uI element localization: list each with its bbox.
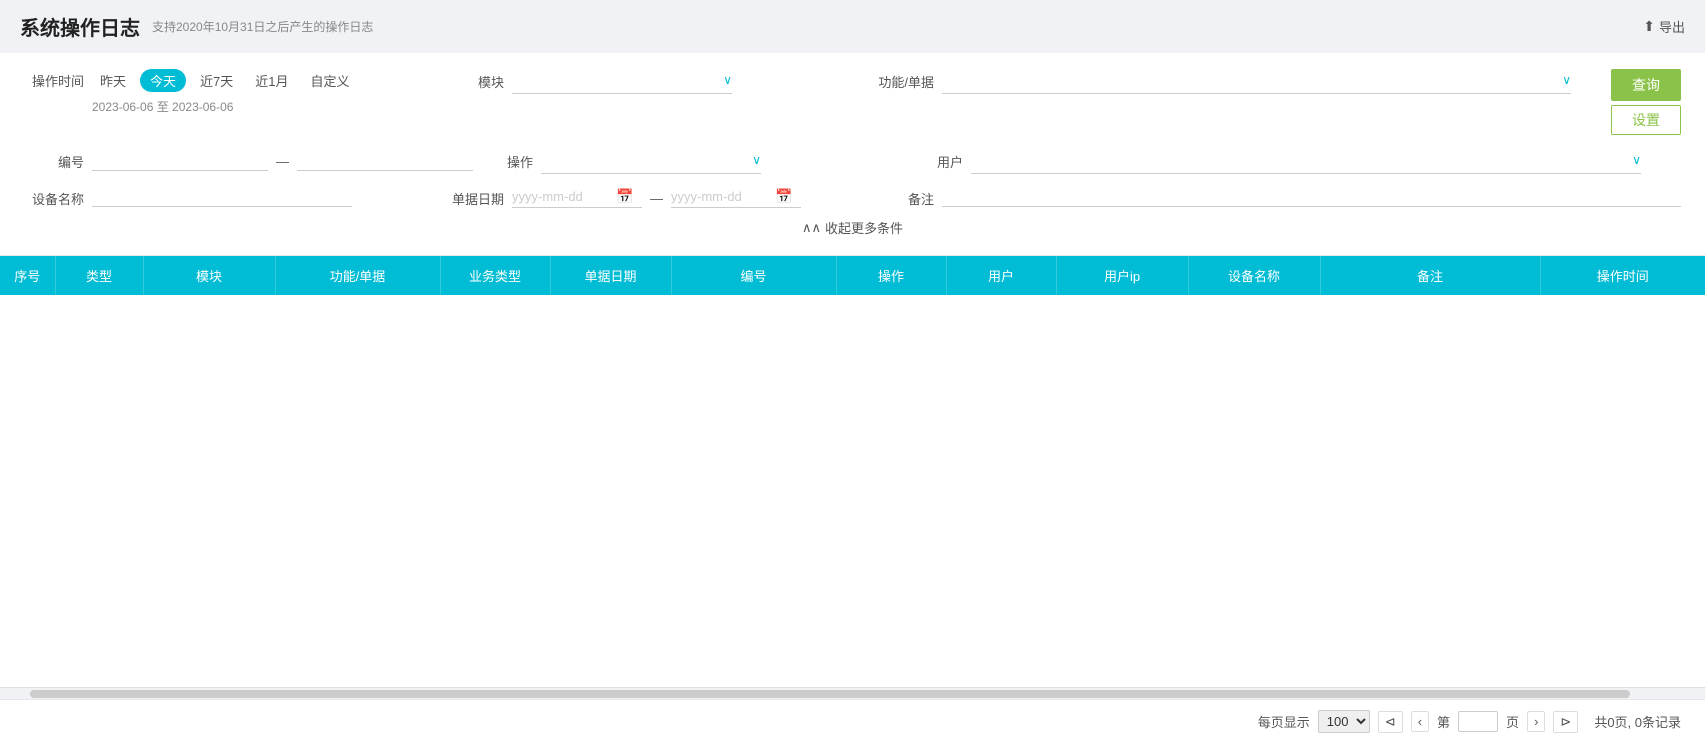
page-header: 系统操作日志 支持2020年10月31日之后产生的操作日志 ⬆ 导出 [0, 0, 1705, 53]
time-range: 2023-06-06 至 2023-06-06 [92, 98, 358, 115]
collapse-button[interactable]: ∧∧ 收起更多条件 [802, 218, 903, 237]
function-dropdown-icon[interactable]: ∨ [1562, 73, 1571, 87]
next-page-button[interactable]: › [1527, 711, 1545, 732]
per-page-select[interactable]: 100 50 200 [1318, 710, 1370, 733]
user-select[interactable]: ∨ [971, 149, 1641, 174]
module-filter: 模块 ∨ [444, 69, 864, 94]
number-input-from[interactable] [92, 153, 268, 171]
date-to-input[interactable] [671, 189, 771, 204]
time-btn-yesterday[interactable]: 昨天 [92, 70, 134, 91]
time-btn-7days[interactable]: 近7天 [192, 70, 241, 91]
time-label: 操作时间 [24, 71, 84, 90]
function-select[interactable]: ∨ [942, 69, 1571, 94]
device-input[interactable] [92, 189, 352, 207]
calendar-from-icon[interactable]: 📅 [616, 188, 633, 205]
user-filter: 用户 ∨ [893, 149, 1681, 174]
collapse-icon: ∧∧ [802, 220, 821, 236]
query-button[interactable]: 查询 [1611, 69, 1681, 101]
col-date: 单据日期 [550, 256, 671, 295]
col-index: 序号 [0, 256, 55, 295]
time-filter: 操作时间 昨天 今天 近7天 近1月 自定义 2023-06-06 至 2023… [24, 69, 444, 115]
per-page-label: 每页显示 [1258, 712, 1310, 731]
module-value [512, 69, 719, 91]
current-page-input[interactable]: 1 [1458, 711, 1498, 732]
pagination-bar: 每页显示 100 50 200 ⊲ ‹ 第 1 页 › ⊳ 共0页, 0条记录 [0, 699, 1705, 743]
col-biztype: 业务类型 [440, 256, 550, 295]
date-from-input[interactable] [512, 189, 612, 204]
number-input-to[interactable] [297, 153, 473, 171]
table-header: 序号 类型 模块 功能/单据 业务类型 单据日期 编号 操作 用户 用户ip 设… [0, 256, 1705, 295]
time-filter-content: 昨天 今天 近7天 近1月 自定义 2023-06-06 至 2023-06-0… [92, 69, 358, 115]
calendar-to-icon[interactable]: 📅 [775, 188, 792, 205]
table-header-row: 序号 类型 模块 功能/单据 业务类型 单据日期 编号 操作 用户 用户ip 设… [0, 256, 1705, 295]
user-value [971, 149, 1628, 171]
date-to-wrapper: 📅 [671, 188, 801, 208]
time-btn-custom[interactable]: 自定义 [303, 70, 358, 91]
total-text: 共0页, 0条记录 [1594, 712, 1681, 731]
date-from-wrapper: 📅 [512, 188, 642, 208]
remark-filter: 备注 [864, 189, 1681, 208]
number-filter: 编号 — [24, 152, 473, 171]
table-container: 序号 类型 模块 功能/单据 业务类型 单据日期 编号 操作 用户 用户ip 设… [0, 256, 1705, 295]
scrollbar-thumb[interactable] [30, 690, 1630, 698]
filter-area: 操作时间 昨天 今天 近7天 近1月 自定义 2023-06-06 至 2023… [0, 53, 1705, 256]
operation-filter: 操作 ∨ [473, 149, 893, 174]
operation-select[interactable]: ∨ [541, 149, 761, 174]
remark-input[interactable] [942, 189, 1681, 207]
page-subtitle: 支持2020年10月31日之后产生的操作日志 [152, 18, 373, 35]
header-left: 系统操作日志 支持2020年10月31日之后产生的操作日志 [20, 12, 373, 41]
number-dash: — [276, 154, 289, 169]
module-dropdown-icon[interactable]: ∨ [723, 73, 732, 87]
device-filter: 设备名称 [24, 189, 444, 208]
col-user: 用户 [946, 256, 1056, 295]
page-label: 第 [1437, 712, 1450, 731]
function-label: 功能/单据 [864, 72, 934, 91]
first-page-button[interactable]: ⊲ [1378, 711, 1403, 733]
operation-label: 操作 [473, 152, 533, 171]
date-label: 单据日期 [444, 189, 504, 208]
export-button[interactable]: ⬆ 导出 [1643, 17, 1685, 36]
export-label: 导出 [1659, 17, 1685, 36]
function-value [942, 69, 1558, 91]
main-content: 序号 类型 模块 功能/单据 业务类型 单据日期 编号 操作 用户 用户ip 设… [0, 256, 1705, 743]
data-table: 序号 类型 模块 功能/单据 业务类型 单据日期 编号 操作 用户 用户ip 设… [0, 256, 1705, 295]
col-optime: 操作时间 [1540, 256, 1705, 295]
prev-page-button[interactable]: ‹ [1411, 711, 1429, 732]
operation-dropdown-icon[interactable]: ∨ [752, 153, 761, 167]
action-buttons: 查询 设置 [1611, 69, 1681, 135]
col-device: 设备名称 [1188, 256, 1320, 295]
date-dash: — [650, 191, 663, 206]
operation-value [541, 149, 748, 171]
time-btn-1month[interactable]: 近1月 [247, 70, 296, 91]
page-title: 系统操作日志 [20, 12, 140, 41]
page-wrapper: 系统操作日志 支持2020年10月31日之后产生的操作日志 ⬆ 导出 操作时间 … [0, 0, 1705, 743]
col-type: 类型 [55, 256, 143, 295]
export-icon: ⬆ [1643, 18, 1655, 35]
date-filter: 单据日期 📅 — 📅 [444, 188, 864, 208]
time-btn-today[interactable]: 今天 [140, 69, 186, 92]
col-userip: 用户ip [1056, 256, 1188, 295]
remark-label: 备注 [864, 189, 934, 208]
device-label: 设备名称 [24, 189, 84, 208]
user-dropdown-icon[interactable]: ∨ [1632, 153, 1641, 167]
collapse-label: 收起更多条件 [825, 218, 903, 237]
settings-button[interactable]: 设置 [1611, 105, 1681, 135]
module-label: 模块 [444, 72, 504, 91]
col-number: 编号 [671, 256, 836, 295]
collapse-row: ∧∧ 收起更多条件 [24, 212, 1681, 247]
col-function: 功能/单据 [275, 256, 440, 295]
time-buttons: 昨天 今天 近7天 近1月 自定义 [92, 69, 358, 92]
col-operation: 操作 [836, 256, 946, 295]
page-unit: 页 [1506, 712, 1519, 731]
last-page-button[interactable]: ⊳ [1553, 711, 1578, 733]
scrollbar-area[interactable] [0, 687, 1705, 699]
user-label: 用户 [893, 152, 963, 171]
col-remark: 备注 [1320, 256, 1540, 295]
col-module: 模块 [143, 256, 275, 295]
empty-area [0, 295, 1705, 687]
function-filter: 功能/单据 ∨ [864, 69, 1611, 94]
number-label: 编号 [24, 152, 84, 171]
module-select[interactable]: ∨ [512, 69, 732, 94]
